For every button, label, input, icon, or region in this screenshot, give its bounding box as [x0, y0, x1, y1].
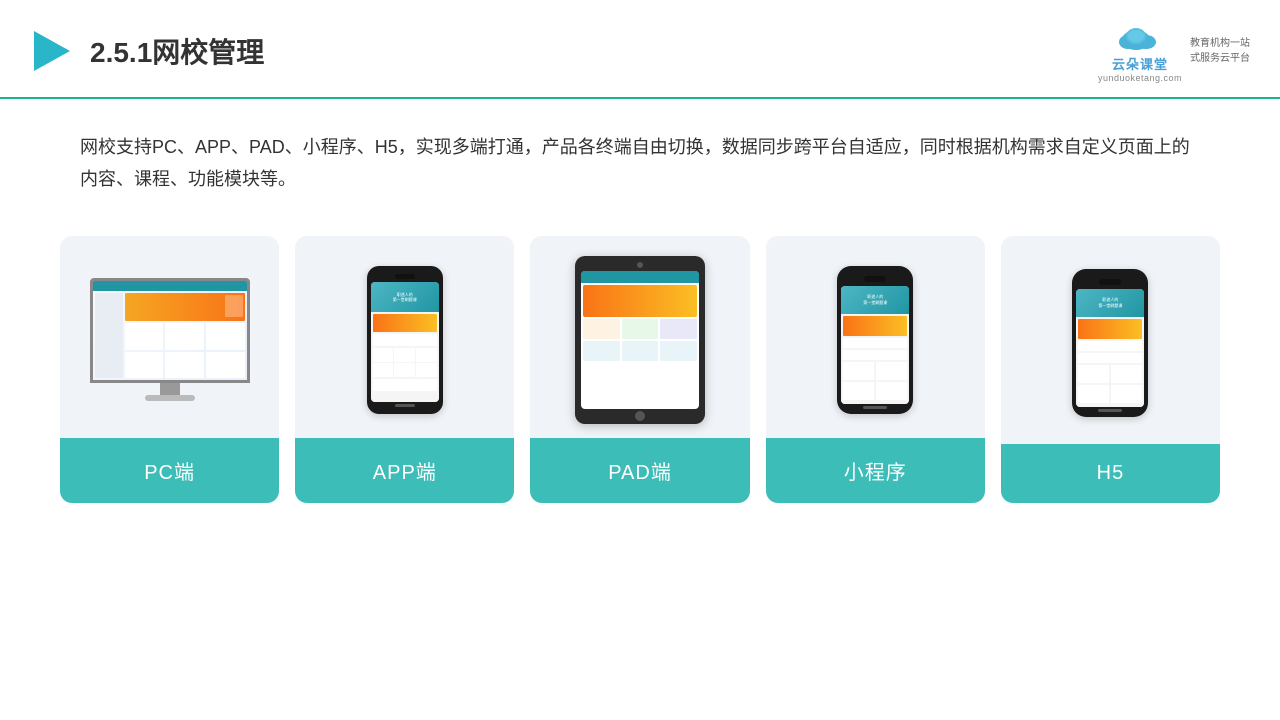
card-pc-image	[60, 236, 279, 438]
logo-cloud: 云朵课堂 yunduoketang.com	[1098, 18, 1182, 83]
mini-phone-body-1: 职途人的第一堂刷题课	[837, 266, 913, 414]
card-h5-label: H5	[1001, 444, 1220, 503]
card-pc: PC端	[60, 236, 279, 503]
tablet-body	[575, 256, 705, 424]
card-pad-label: PAD端	[530, 438, 749, 503]
pc-monitor	[90, 278, 250, 401]
logo-area: 云朵课堂 yunduoketang.com 教育机构一站 式服务云平台	[1098, 18, 1250, 83]
miniprogram-phone: 职途人的第一堂刷题课	[837, 266, 913, 414]
header: 2.5.1网校管理 云朵课堂 yunduoketang.com 教育机构一站 式…	[0, 0, 1280, 99]
card-pad: PAD端	[530, 236, 749, 503]
pad-tablet	[575, 256, 705, 424]
logo-tagline: 教育机构一站 式服务云平台	[1190, 36, 1250, 66]
logo-sub-text: yunduoketang.com	[1098, 73, 1182, 83]
card-app-image: 职途人的第一堂刷题课	[295, 236, 514, 438]
header-left: 2.5.1网校管理	[30, 29, 264, 73]
phone-body: 职途人的第一堂刷题课	[367, 266, 443, 414]
logo-main-text: 云朵课堂	[1112, 54, 1168, 73]
card-h5-image: 职途人的第一堂刷题课	[1001, 236, 1220, 444]
card-h5: 职途人的第一堂刷题课	[1001, 236, 1220, 503]
card-miniprogram-label: 小程序	[766, 438, 985, 503]
card-app-label: APP端	[295, 438, 514, 503]
app-phone: 职途人的第一堂刷题课	[367, 266, 443, 414]
card-miniprogram-image: 职途人的第一堂刷题课	[766, 236, 985, 438]
play-icon	[30, 29, 74, 73]
page-title: 2.5.1网校管理	[90, 31, 264, 71]
description-text: 网校支持PC、APP、PAD、小程序、H5，实现多端打通，产品各终端自由切换，数…	[0, 99, 1280, 216]
cards-container: PC端 职途人的第一堂刷题课	[0, 216, 1280, 533]
card-pc-label: PC端	[60, 438, 279, 503]
card-pad-image	[530, 236, 749, 438]
card-app: 职途人的第一堂刷题课	[295, 236, 514, 503]
mini-phone-body-2: 职途人的第一堂刷题课	[1072, 269, 1148, 417]
cloud-logo-icon	[1114, 18, 1166, 54]
h5-phone: 职途人的第一堂刷题课	[1072, 269, 1148, 417]
monitor-screen	[90, 278, 250, 383]
card-miniprogram: 职途人的第一堂刷题课	[766, 236, 985, 503]
